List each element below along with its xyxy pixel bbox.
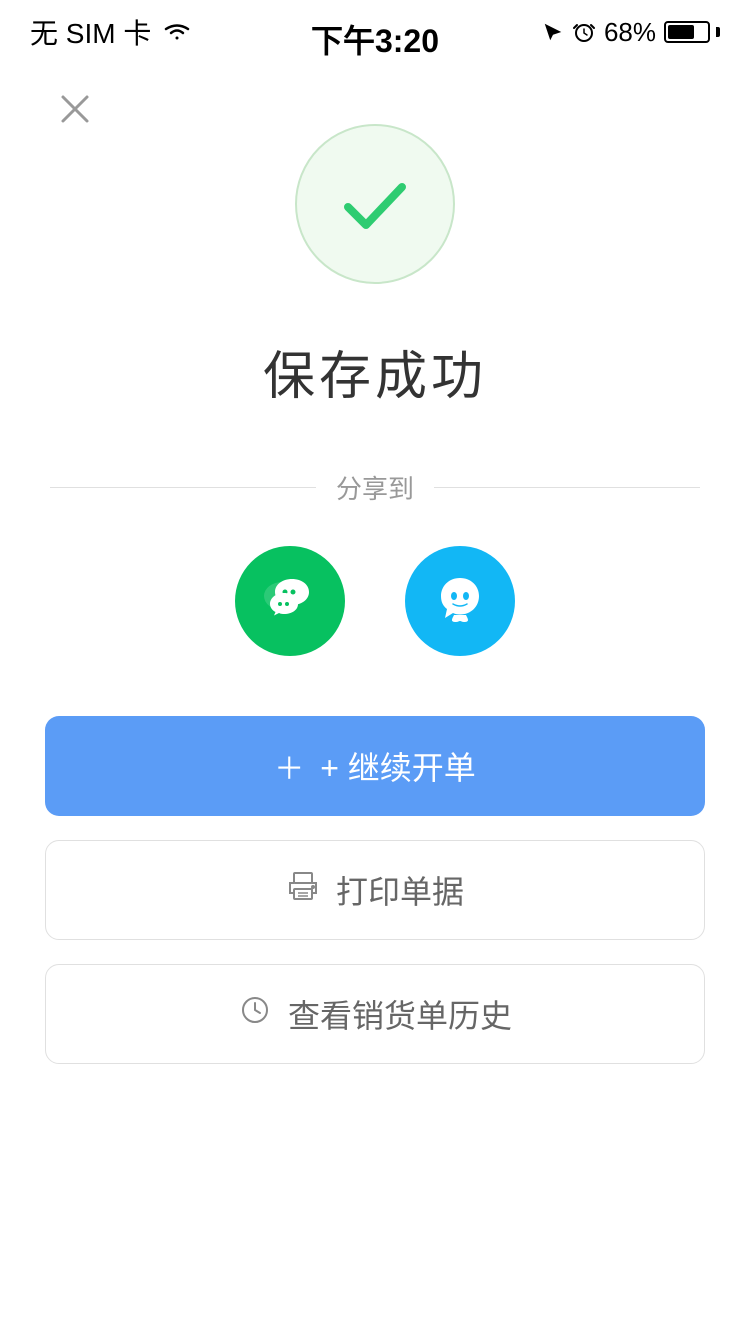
qq-icon <box>425 566 495 636</box>
share-label: 分享到 <box>336 469 414 506</box>
qq-share-button[interactable] <box>405 546 515 656</box>
battery-icon <box>664 21 720 43</box>
status-bar: 无 SIM 卡 下午3:20 68% <box>0 0 750 64</box>
share-icons <box>50 546 700 656</box>
action-buttons: ＋ + 继续开单 打印单据 <box>45 716 705 1064</box>
history-label: 查看销货单历史 <box>288 991 512 1037</box>
status-left: 无 SIM 卡 <box>30 12 193 52</box>
plus-icon: ＋ <box>274 744 304 788</box>
continue-label: + 继续开单 <box>320 743 476 789</box>
wechat-icon <box>255 566 325 636</box>
share-divider: 分享到 <box>50 469 700 506</box>
battery-percentage: 68% <box>604 17 656 48</box>
clock-icon <box>238 993 272 1035</box>
continue-button[interactable]: ＋ + 继续开单 <box>45 716 705 816</box>
divider-left <box>50 487 316 488</box>
wechat-share-button[interactable] <box>235 546 345 656</box>
printer-icon <box>286 869 320 911</box>
main-content: 保存成功 分享到 <box>0 64 750 1064</box>
close-button[interactable] <box>50 84 100 134</box>
success-title: 保存成功 <box>263 334 487 409</box>
status-time: 下午3:20 <box>311 16 439 62</box>
divider-right <box>434 487 700 488</box>
no-sim-text: 无 SIM 卡 <box>30 12 151 52</box>
history-button[interactable]: 查看销货单历史 <box>45 964 705 1064</box>
alarm-icon <box>572 20 596 44</box>
wifi-icon <box>161 20 193 44</box>
location-icon <box>542 21 564 43</box>
status-right: 68% <box>542 17 720 48</box>
share-section: 分享到 <box>0 469 750 656</box>
print-button[interactable]: 打印单据 <box>45 840 705 940</box>
success-icon <box>295 124 455 284</box>
print-label: 打印单据 <box>336 867 464 913</box>
